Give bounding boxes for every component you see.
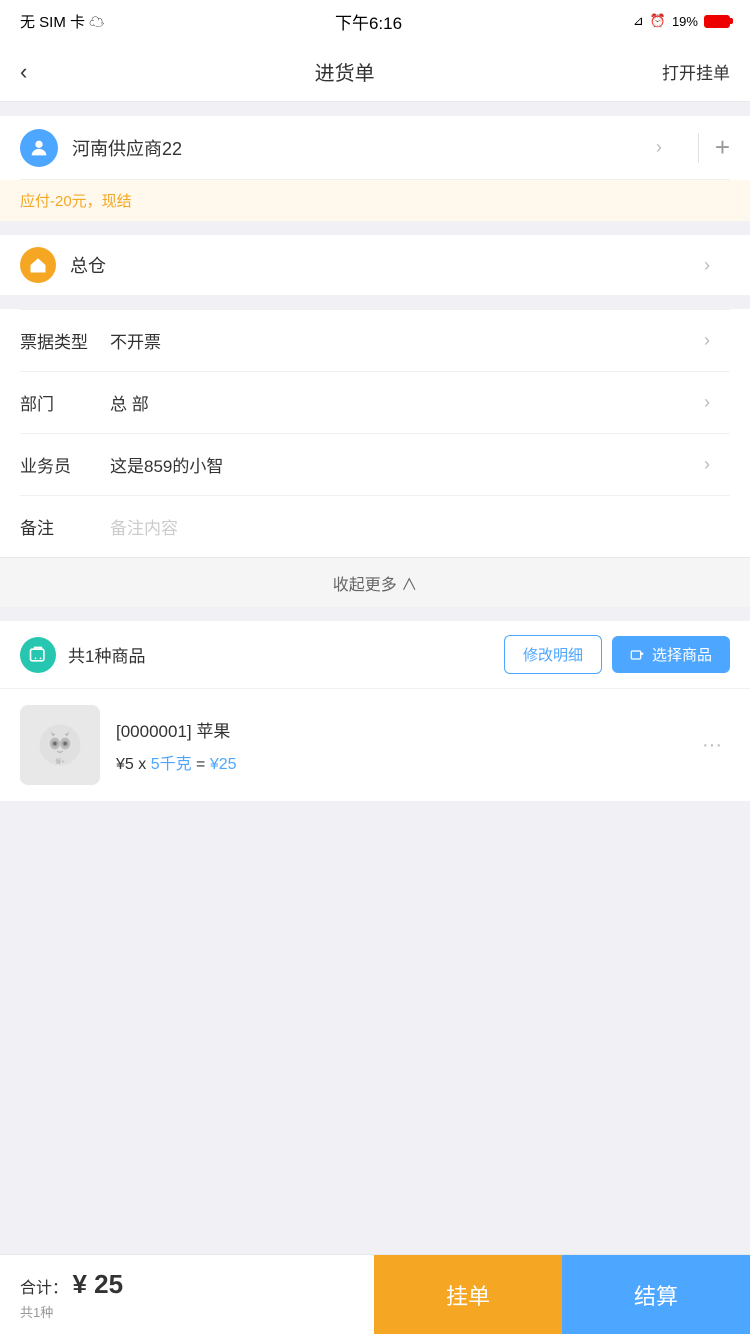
sales-label: 业务员: [20, 452, 110, 477]
warehouse-icon-circle: [20, 247, 56, 283]
user-icon: [28, 137, 50, 159]
gap-3: [0, 295, 750, 309]
products-header: 共1种商品 修改明细 选择商品: [0, 621, 750, 688]
hang-button[interactable]: 挂单: [374, 1255, 562, 1334]
dept-label: 部门: [20, 390, 110, 415]
product-info: [0000001] 苹果 ¥5 x 5千克 = ¥25: [116, 717, 694, 774]
cart-add-icon: [630, 647, 646, 663]
sales-row[interactable]: 业务员 这是859的小智 ›: [20, 433, 730, 495]
chevron-right-icon: ›: [656, 137, 662, 158]
warehouse-section: 总仓 ›: [0, 235, 750, 295]
warehouse-row[interactable]: 总仓 ›: [20, 235, 730, 295]
cart-icon: [28, 645, 48, 665]
open-hang-button[interactable]: 打开挂单: [662, 59, 730, 84]
divider: [698, 133, 699, 163]
nav-bar: ‹ 进货单 打开挂单: [0, 42, 750, 102]
supplier-row[interactable]: 河南供应商22 › +: [20, 116, 730, 180]
total-count: 共1种: [20, 1302, 354, 1321]
page-title: 进货单: [315, 57, 375, 86]
gap-1: [0, 102, 750, 116]
signal-text: 无 SIM 卡 ☁: [20, 11, 104, 32]
price-qty: 5千克: [151, 756, 192, 773]
product-thumbnail: 餐+: [20, 705, 100, 785]
price-equals: =: [192, 756, 210, 773]
total-label: 合计：: [20, 1280, 68, 1297]
product-name: [0000001] 苹果: [116, 717, 694, 742]
sales-value: 这是859的小智: [110, 452, 704, 477]
price-total: ¥25: [210, 756, 237, 773]
edit-detail-button[interactable]: 修改明细: [504, 635, 602, 674]
products-count: 共1种商品: [68, 642, 504, 667]
owl-logo: 餐+: [38, 723, 82, 767]
bottom-bar: 合计： ¥ 25 共1种 挂单 结算: [0, 1254, 750, 1334]
chevron-right-icon-3: ›: [704, 330, 710, 351]
remark-row[interactable]: 备注 备注内容: [20, 495, 730, 557]
select-product-label: 选择商品: [652, 644, 712, 665]
dept-value: 总 部: [110, 390, 704, 415]
dept-row[interactable]: 部门 总 部 ›: [20, 371, 730, 433]
battery-icon: [704, 15, 730, 28]
status-left: 无 SIM 卡 ☁: [20, 11, 104, 32]
select-product-button[interactable]: 选择商品: [612, 636, 730, 673]
total-amount: ¥ 25: [72, 1269, 123, 1299]
remark-input[interactable]: 备注内容: [110, 514, 178, 539]
alarm-icon: ⏰: [650, 13, 666, 29]
status-time: 下午6:16: [335, 9, 402, 34]
form-section: 票据类型 不开票 › 部门 总 部 › 业务员 这是859的小智 › 备注 备注…: [0, 309, 750, 557]
product-price: ¥5 x 5千克 = ¥25: [116, 750, 694, 774]
status-bar: 无 SIM 卡 ☁ 下午6:16 ⊿ ⏰ 19%: [0, 0, 750, 42]
warehouse-name: 总仓: [70, 252, 704, 278]
back-button[interactable]: ‹: [20, 59, 27, 85]
battery-text: 19%: [672, 14, 698, 29]
home-icon: [28, 255, 48, 275]
status-right: ⊿ ⏰ 19%: [633, 13, 730, 29]
invoice-row[interactable]: 票据类型 不开票 ›: [20, 309, 730, 371]
supplier-name: 河南供应商22: [72, 135, 656, 161]
gap-2: [0, 221, 750, 235]
price-base: ¥5 x: [116, 756, 151, 773]
product-item: 餐+ [0000001] 苹果 ¥5 x 5千克 = ¥25 ···: [0, 688, 750, 801]
supplier-section: 河南供应商22 › +: [0, 116, 750, 180]
total-row: 合计： ¥ 25: [20, 1269, 354, 1300]
invoice-label: 票据类型: [20, 328, 110, 353]
supplier-avatar: [20, 129, 58, 167]
remark-label: 备注: [20, 514, 110, 539]
gap-4: [0, 607, 750, 621]
chevron-right-icon-2: ›: [704, 255, 710, 276]
more-button[interactable]: ···: [694, 726, 730, 765]
chevron-right-icon-5: ›: [704, 454, 710, 475]
info-banner: 应付-20元，现结: [0, 180, 750, 221]
add-button[interactable]: +: [715, 132, 730, 163]
invoice-value: 不开票: [110, 328, 704, 353]
settle-button[interactable]: 结算: [562, 1255, 750, 1334]
total-section: 合计： ¥ 25 共1种: [0, 1269, 374, 1321]
products-icon-circle: [20, 637, 56, 673]
chevron-right-icon-4: ›: [704, 392, 710, 413]
location-icon: ⊿: [633, 13, 644, 29]
collapse-button[interactable]: 收起更多 ∧: [0, 557, 750, 607]
